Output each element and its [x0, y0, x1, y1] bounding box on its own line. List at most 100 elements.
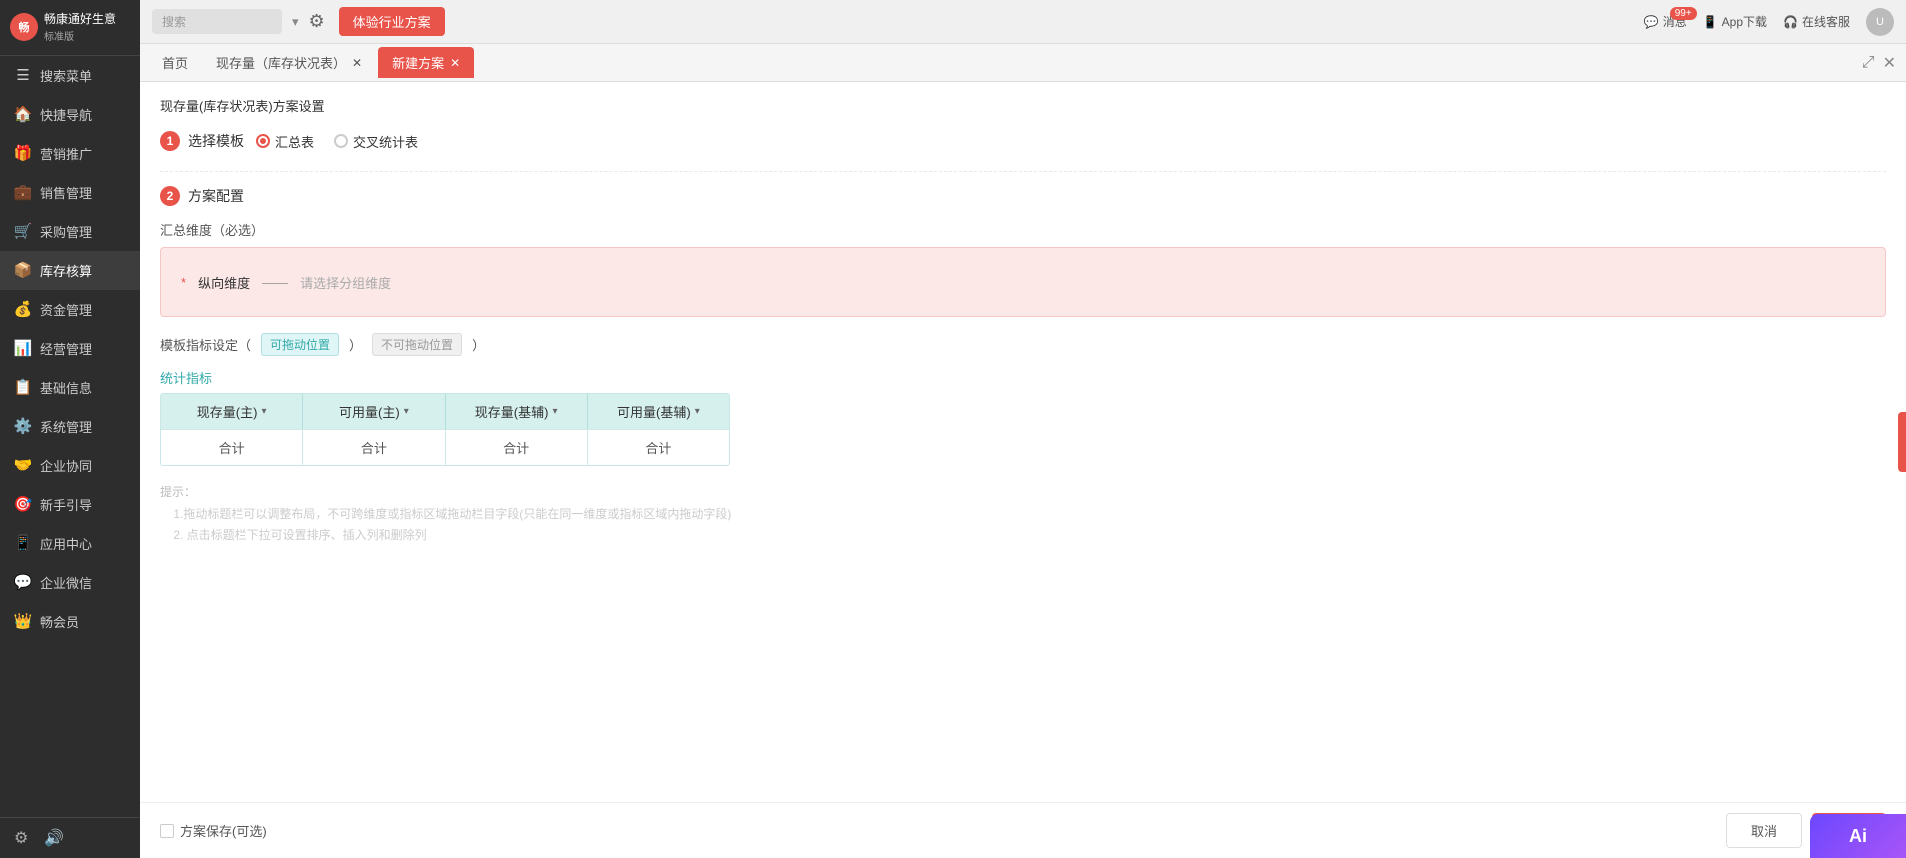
- message-icon: 💬: [1644, 15, 1659, 29]
- indicator-section: 模板指标设定（ 可拖动位置 ） 不可拖动位置 ） 统计指标 现存量(主) ▾: [160, 333, 1886, 547]
- template-radio-group: 汇总表 交叉统计表: [256, 132, 418, 151]
- chevron-0-icon: ▾: [261, 406, 266, 417]
- tab-inventory-close[interactable]: ✕: [352, 56, 362, 70]
- right-edge-handle[interactable]: [1898, 412, 1906, 472]
- sidebar-label-inventory: 库存核算: [40, 261, 92, 280]
- dimension-area[interactable]: * 纵向维度 —— 请选择分组维度: [160, 247, 1886, 317]
- trial-btn[interactable]: 体验行业方案: [339, 7, 445, 36]
- sidebar-item-quick-nav[interactable]: 🏠 快捷导航: [0, 95, 140, 134]
- indicator-setting-row: 模板指标设定（ 可拖动位置 ） 不可拖动位置 ）: [160, 333, 1886, 356]
- sidebar-footer: ⚙ 🔊: [0, 817, 140, 858]
- quick-nav-icon: 🏠: [14, 105, 32, 123]
- sidebar-label-operations: 经营管理: [40, 339, 92, 358]
- sidebar-item-guide[interactable]: 🎯 新手引导: [0, 485, 140, 524]
- stats-data-3: 合计: [588, 430, 729, 465]
- sidebar-label-finance: 资金管理: [40, 300, 92, 319]
- sidebar-label-purchase: 采购管理: [40, 222, 92, 241]
- sidebar-item-app-center[interactable]: 📱 应用中心: [0, 524, 140, 563]
- search-box[interactable]: 搜索: [152, 9, 282, 34]
- radio-cross-dot: [334, 134, 348, 148]
- app-download-btn[interactable]: 📱 App下载: [1703, 13, 1767, 30]
- app-download-label: App下载: [1722, 13, 1767, 30]
- tab-inventory-status[interactable]: 现存量（库存状况表） ✕: [202, 47, 376, 78]
- headset-icon: 🎧: [1783, 15, 1798, 29]
- page-content: 现存量(库存状况表)方案设置 1 选择模板 汇总表 交叉统计表: [140, 82, 1906, 802]
- sidebar-item-marketing[interactable]: 🎁 营销推广: [0, 134, 140, 173]
- stats-table: 现存量(主) ▾ 可用量(主) ▾ 现存量(基辅) ▾ 可用量(基辅): [160, 393, 730, 466]
- stats-col-1[interactable]: 可用量(主) ▾: [303, 394, 445, 429]
- sidebar-item-finance[interactable]: 💰 资金管理: [0, 290, 140, 329]
- dim-dash: ——: [262, 275, 288, 290]
- customer-service-btn[interactable]: 🎧 在线客服: [1783, 13, 1850, 30]
- app-name: 畅康通好生意: [44, 12, 116, 28]
- main-area: 搜索 ▾ ⚙ 体验行业方案 💬 消息 99+ 📱 App下载 🎧 在线客服 U …: [140, 0, 1906, 858]
- sidebar-item-sales[interactable]: 💼 销售管理: [0, 173, 140, 212]
- stats-col-0[interactable]: 现存量(主) ▾: [161, 394, 303, 429]
- sidebar-item-basic-info[interactable]: 📋 基础信息: [0, 368, 140, 407]
- chevron-3-icon: ▾: [695, 406, 700, 417]
- radio-summary[interactable]: 汇总表: [256, 132, 314, 151]
- sidebar-item-operations[interactable]: 📊 经营管理: [0, 329, 140, 368]
- user-avatar[interactable]: U: [1866, 8, 1894, 36]
- speaker-footer-icon[interactable]: 🔊: [44, 828, 64, 848]
- sidebar-item-inventory[interactable]: 📦 库存核算: [0, 251, 140, 290]
- stats-data-1: 合计: [303, 430, 445, 465]
- tab-home[interactable]: 首页: [150, 47, 200, 78]
- tab-inventory-label: 现存量（库存状况表）: [216, 53, 346, 72]
- radio-cross-label: 交叉统计表: [353, 132, 418, 151]
- indicator-setting-end: ）: [472, 335, 485, 354]
- sidebar-label-guide: 新手引导: [40, 495, 92, 514]
- radio-cross[interactable]: 交叉统计表: [334, 132, 418, 151]
- tab-new-scheme-label: 新建方案: [392, 53, 444, 72]
- search-menu-icon: ☰: [14, 66, 32, 84]
- member-icon: 👑: [14, 612, 32, 630]
- marketing-icon: 🎁: [14, 144, 32, 162]
- stats-col-0-label: 现存量(主): [197, 402, 258, 421]
- radio-summary-label: 汇总表: [275, 132, 314, 151]
- stats-data-0: 合计: [161, 430, 303, 465]
- basic-info-icon: 📋: [14, 378, 32, 396]
- sidebar-item-purchase[interactable]: 🛒 采购管理: [0, 212, 140, 251]
- stats-col-3[interactable]: 可用量(基辅) ▾: [588, 394, 729, 429]
- stats-col-2[interactable]: 现存量(基辅) ▾: [446, 394, 588, 429]
- radio-summary-dot: [256, 134, 270, 148]
- tip-line2: 2. 点击标题栏下拉可设置排序、插入列和删除列: [160, 525, 1886, 547]
- dimension-label: 汇总维度（必选）: [160, 220, 1886, 239]
- tab-new-scheme-close[interactable]: ✕: [450, 56, 460, 70]
- asterisk: *: [181, 275, 186, 290]
- tip-line1: 1.拖动标题栏可以调整布局，不可跨维度或指标区域拖动栏目字段(只能在同一维度或指…: [160, 504, 1886, 526]
- search-placeholder: 搜索: [162, 15, 186, 29]
- sidebar-item-system[interactable]: ⚙️ 系统管理: [0, 407, 140, 446]
- sidebar-item-wechat[interactable]: 💬 企业微信: [0, 563, 140, 602]
- sidebar-item-search-menu[interactable]: ☰ 搜索菜单: [0, 56, 140, 95]
- save-checkbox-area[interactable]: 方案保存(可选): [160, 821, 267, 840]
- save-checkbox-box[interactable]: [160, 824, 174, 838]
- ai-button[interactable]: Ai: [1810, 814, 1906, 858]
- cancel-button[interactable]: 取消: [1726, 813, 1802, 848]
- close-window-icon[interactable]: ✕: [1883, 53, 1896, 73]
- stats-header-row: 现存量(主) ▾ 可用量(主) ▾ 现存量(基辅) ▾ 可用量(基辅): [161, 394, 729, 429]
- maximize-icon[interactable]: ⤢: [1862, 54, 1875, 72]
- section1-num: 1: [160, 131, 180, 151]
- stats-data-2: 合计: [446, 430, 588, 465]
- customer-service-label: 在线客服: [1802, 13, 1850, 30]
- chevron-1-icon: ▾: [404, 406, 409, 417]
- enterprise-icon: 🤝: [14, 456, 32, 474]
- topbar-settings-icon[interactable]: ⚙: [309, 11, 325, 32]
- sidebar-item-member[interactable]: 👑 畅会员: [0, 602, 140, 641]
- sidebar-label-wechat: 企业微信: [40, 573, 92, 592]
- indicator-setting-middle: ）: [349, 335, 362, 354]
- topbar-dropdown-icon[interactable]: ▾: [292, 14, 299, 30]
- sales-icon: 💼: [14, 183, 32, 201]
- messages-btn[interactable]: 💬 消息 99+: [1644, 13, 1687, 30]
- settings-footer-icon[interactable]: ⚙: [14, 828, 28, 848]
- section2-title: 方案配置: [188, 186, 244, 206]
- vertical-dim-label: 纵向维度: [198, 273, 250, 292]
- sidebar-item-enterprise[interactable]: 🤝 企业协同: [0, 446, 140, 485]
- tab-new-scheme[interactable]: 新建方案 ✕: [378, 47, 474, 78]
- section-choose-template: 1 选择模板 汇总表 交叉统计表: [160, 131, 1886, 151]
- finance-icon: 💰: [14, 300, 32, 318]
- section2-header: 2 方案配置: [160, 186, 1886, 206]
- tips-section: 提示： 1.拖动标题栏可以调整布局，不可跨维度或指标区域拖动栏目字段(只能在同一…: [160, 482, 1886, 547]
- app-center-icon: 📱: [14, 534, 32, 552]
